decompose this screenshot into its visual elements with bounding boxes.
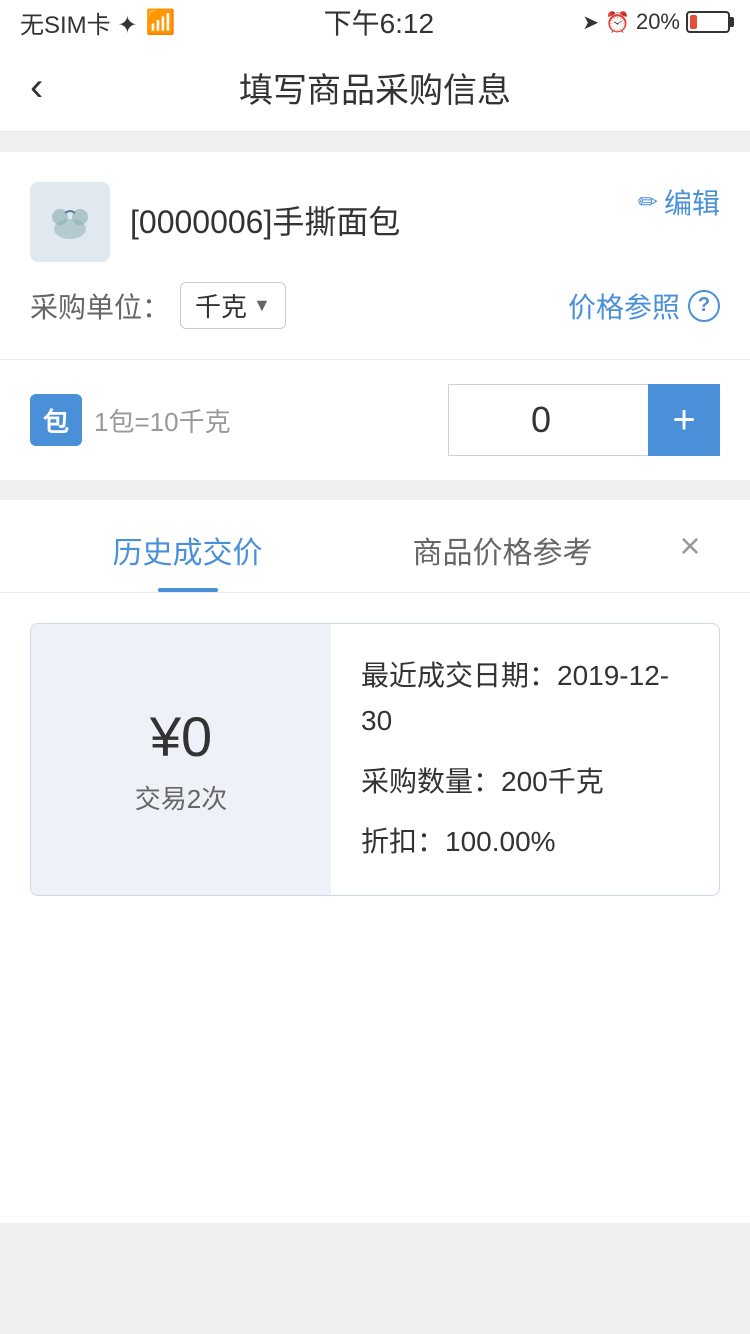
transaction-price-side: ¥0 交易2次: [31, 624, 331, 895]
location-icon: ➤: [582, 10, 599, 35]
product-info-left: [0000006]手撕面包: [30, 182, 400, 262]
quantity-unit-info: 包 1包=10千克: [30, 394, 231, 446]
tabs-header: 历史成交价 商品价格参考 ×: [0, 500, 750, 593]
status-time: 下午6:12: [324, 2, 435, 42]
tab-close-button[interactable]: ×: [660, 516, 720, 576]
quantity-input[interactable]: [448, 384, 648, 456]
purchase-qty-value: 200千克: [501, 766, 604, 797]
tab-product-price-ref[interactable]: 商品价格参考: [345, 500, 660, 592]
transaction-card: ¥0 交易2次 最近成交日期：2019-12-30 采购数量：200千克 折扣：…: [30, 623, 720, 896]
discount-label: 折扣：: [361, 826, 445, 857]
unit-dropdown-arrow: ▼: [253, 295, 271, 316]
nav-bar: ‹ 填写商品采购信息: [0, 44, 750, 132]
quantity-plus-button[interactable]: +: [648, 384, 720, 456]
battery-icon: [686, 11, 730, 33]
transaction-details-side: 最近成交日期：2019-12-30 采购数量：200千克 折扣：100.00%: [331, 624, 719, 895]
back-button[interactable]: ‹: [20, 55, 53, 120]
quantity-unit-box: 包: [30, 394, 82, 446]
status-right: ➤ ⏰ 20%: [582, 9, 730, 35]
quantity-input-group: +: [448, 384, 720, 456]
detail-purchase-qty: 采购数量：200千克: [361, 760, 689, 805]
unit-select-dropdown[interactable]: 千克 ▼: [180, 282, 286, 329]
help-icon: ?: [688, 290, 720, 322]
detail-recent-date: 最近成交日期：2019-12-30: [361, 654, 689, 744]
unit-selector-group: 采购单位： 千克 ▼: [30, 282, 286, 329]
quantity-conversion: 1包=10千克: [94, 402, 231, 439]
carrier-info: 无SIM卡 ✦ 📶: [20, 5, 175, 40]
tab-history-price[interactable]: 历史成交价: [30, 500, 345, 592]
product-card: [0000006]手撕面包 ✏ 编辑 采购单位： 千克 ▼ 价格参照 ?: [0, 152, 750, 359]
tabs-section: 历史成交价 商品价格参考 × ¥0 交易2次 最近成交日期：2019-12-30…: [0, 500, 750, 1223]
wifi-icon: 📶: [145, 8, 175, 37]
edit-label: 编辑: [664, 182, 720, 222]
price-ref-label: 价格参照: [568, 286, 680, 326]
transaction-trade-count: 交易2次: [135, 779, 227, 816]
carrier-text: 无SIM卡 ✦: [20, 5, 137, 40]
status-bar: 无SIM卡 ✦ 📶 下午6:12 ➤ ⏰ 20%: [0, 0, 750, 44]
unit-value: 千克: [195, 287, 247, 324]
product-name: [0000006]手撕面包: [130, 200, 400, 245]
transaction-price-value: ¥0: [150, 704, 212, 769]
product-logo: [30, 182, 110, 262]
recent-date-label: 最近成交日期：: [361, 660, 557, 691]
product-header: [0000006]手撕面包 ✏ 编辑: [30, 182, 720, 262]
edit-icon: ✏: [638, 188, 658, 217]
price-reference-button[interactable]: 价格参照 ?: [568, 286, 720, 326]
battery-percent: 20%: [636, 9, 680, 35]
tab-content-area: ¥0 交易2次 最近成交日期：2019-12-30 采购数量：200千克 折扣：…: [0, 623, 750, 1223]
section-divider: [0, 480, 750, 500]
alarm-icon: ⏰: [605, 10, 630, 35]
product-unit-row: 采购单位： 千克 ▼ 价格参照 ?: [30, 282, 720, 329]
page-title: 填写商品采购信息: [239, 63, 511, 112]
quantity-section: 包 1包=10千克 +: [0, 359, 750, 480]
purchase-qty-label: 采购数量：: [361, 766, 501, 797]
detail-discount: 折扣：100.00%: [361, 820, 689, 865]
unit-label: 采购单位：: [30, 286, 170, 326]
edit-button[interactable]: ✏ 编辑: [638, 182, 720, 222]
discount-value: 100.00%: [445, 826, 556, 857]
